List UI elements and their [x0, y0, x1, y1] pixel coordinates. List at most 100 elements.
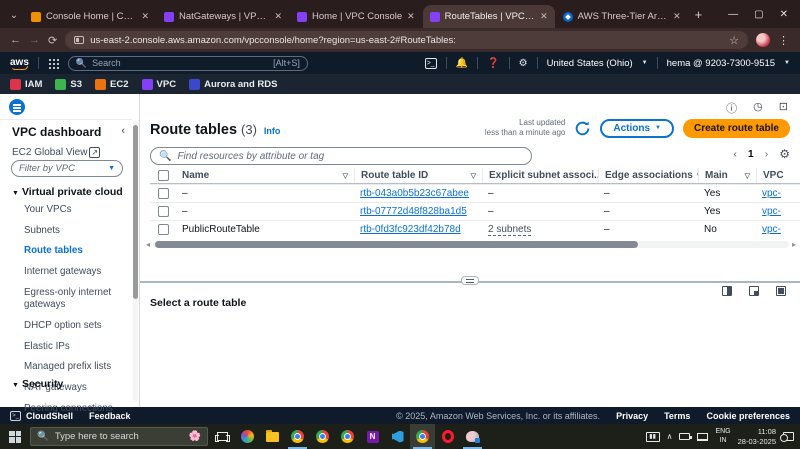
create-route-table-button[interactable]: Create route table — [682, 118, 790, 138]
sidebar-section-security[interactable]: ▼ Security — [12, 378, 63, 390]
split-panel-icon[interactable]: ⊡ — [779, 100, 788, 116]
browser-tab[interactable]: AWS Three-Tier Architectur ✕ — [556, 5, 688, 28]
row-checkbox[interactable] — [157, 188, 169, 199]
notifications-bell-icon[interactable]: 🔔 — [456, 58, 468, 69]
sidebar-item-elastic-ips[interactable]: Elastic IPs — [24, 337, 125, 358]
sidebar-collapse-icon[interactable]: ‹ — [121, 125, 125, 137]
scroll-left-icon[interactable]: ◂ — [146, 240, 150, 249]
region-selector[interactable]: United States (Ohio) — [547, 58, 633, 69]
footer-link-cookie-preferences[interactable]: Cookie preferences — [706, 411, 790, 421]
vpc-link[interactable]: vpc- — [762, 206, 781, 217]
aws-search-input[interactable]: 🔍 Search [Alt+S] — [67, 55, 308, 71]
bookmark-star-icon[interactable]: ☆ — [729, 34, 739, 47]
taskbar-app-paint[interactable] — [460, 424, 485, 449]
vpc-link[interactable]: vpc- — [762, 224, 781, 235]
favorite-service-ec2[interactable]: EC2 — [95, 78, 129, 90]
row-checkbox[interactable] — [157, 224, 169, 235]
tab-close-icon[interactable]: ✕ — [274, 11, 282, 22]
taskbar-app-chrome[interactable] — [310, 424, 335, 449]
taskbar-app-chrome[interactable] — [335, 424, 360, 449]
sort-icon[interactable]: ▽ — [339, 172, 348, 180]
battery-icon[interactable] — [679, 433, 692, 440]
services-grid-icon[interactable] — [47, 57, 59, 69]
tab-search-icon[interactable]: ⌄ — [4, 10, 24, 21]
sort-icon[interactable]: ▽ — [741, 172, 750, 180]
hamburger-menu-icon[interactable] — [9, 99, 25, 115]
taskbar-app-vscode[interactable] — [385, 424, 410, 449]
footer-link-privacy[interactable]: Privacy — [616, 411, 648, 421]
pagination-page[interactable]: 1 — [748, 148, 754, 160]
cloudshell-icon[interactable]: >_ — [424, 57, 437, 69]
taskbar-app-chrome[interactable] — [410, 424, 435, 449]
sort-icon[interactable]: ▽ — [467, 172, 476, 180]
window-close-button[interactable]: ✕ — [780, 9, 788, 20]
info-link[interactable]: Info — [264, 126, 281, 136]
route-table-id-link[interactable]: rtb-0fd3fc923df42b78d — [360, 224, 461, 235]
select-all-checkbox[interactable] — [157, 170, 169, 181]
sidebar-item-route-tables[interactable]: Route tables — [24, 241, 125, 262]
tab-close-icon[interactable]: ✕ — [407, 11, 415, 22]
profile-avatar[interactable] — [756, 33, 770, 47]
favorite-service-iam[interactable]: IAM — [10, 78, 42, 90]
site-info-icon[interactable] — [74, 36, 85, 44]
sidebar-section-vpc[interactable]: ▼ Virtual private cloud — [12, 186, 123, 198]
row-checkbox[interactable] — [157, 206, 169, 217]
resource-filter-input[interactable]: 🔍 Find resources by attribute or tag — [150, 147, 532, 165]
split-panel-drag-handle[interactable] — [461, 276, 479, 285]
hidden-icons-chevron[interactable]: ∧ — [667, 432, 673, 441]
actions-button[interactable]: Actions ▼ — [600, 118, 674, 138]
taskbar-app-chrome[interactable] — [285, 424, 310, 449]
table-settings-gear-icon[interactable]: ⚙ — [779, 147, 790, 161]
start-button[interactable] — [2, 430, 28, 443]
browser-menu-icon[interactable]: ⋮ — [778, 34, 790, 47]
refresh-icon[interactable] — [574, 120, 591, 137]
sidebar-item-peering-connections[interactable]: Peering connections — [24, 399, 125, 420]
taskbar-app-copilot[interactable] — [235, 424, 260, 449]
sidebar-item-your-vpcs[interactable]: Your VPCs — [24, 200, 125, 221]
scrollbar-thumb[interactable] — [155, 240, 639, 248]
taskbar-app-opera[interactable] — [435, 424, 460, 449]
clock[interactable]: 11:08 28-03-2025 — [738, 427, 776, 447]
favorite-service-vpc[interactable]: VPC — [141, 78, 176, 90]
account-menu[interactable]: hema @ 9203-7300-9515 — [667, 58, 775, 69]
vpc-link[interactable]: vpc- — [762, 188, 781, 199]
notifications-icon[interactable] — [780, 432, 794, 442]
route-table-id-link[interactable]: rtb-07772d48f828ba1d5 — [360, 206, 467, 217]
table-row[interactable]: – rtb-043a0b5b23c67abee – – Yes vpc- — [150, 184, 800, 202]
info-circle-icon[interactable]: ⓘ — [726, 100, 737, 116]
sidebar-item-ec2-global-view[interactable]: EC2 Global View ↗ — [12, 147, 101, 158]
tray-app-icon[interactable]: ▮▮ — [645, 431, 660, 442]
vpc-filter-select[interactable]: Filter by VPC ▼ — [11, 160, 123, 177]
back-icon[interactable]: ← — [10, 34, 21, 46]
language-indicator[interactable]: ENG IN — [715, 428, 730, 446]
settings-gear-icon[interactable]: ⚙ — [519, 58, 528, 69]
new-tab-button[interactable]: + — [695, 7, 703, 22]
reload-icon[interactable]: ⟳ — [48, 34, 57, 47]
pagination-next-icon[interactable]: › — [765, 148, 769, 160]
subnets-popover-link[interactable]: 2 subnets — [488, 224, 532, 236]
sidebar-item-egress-only-internet-gateways[interactable]: Egress-only internet gateways — [24, 283, 125, 316]
scroll-right-icon[interactable]: ▸ — [792, 240, 796, 249]
window-maximize-button[interactable]: ▢ — [754, 9, 763, 20]
url-text[interactable]: us-east-2.console.aws.amazon.com/vpccons… — [90, 35, 723, 46]
horizontal-scrollbar[interactable]: ◂ ▸ — [146, 240, 796, 249]
tab-close-icon[interactable]: ✕ — [141, 11, 149, 22]
favorite-service-s3[interactable]: S3 — [55, 78, 82, 90]
route-table-id-link[interactable]: rtb-043a0b5b23c67abee — [360, 188, 469, 199]
forward-icon[interactable]: → — [29, 34, 40, 46]
browser-tab[interactable]: NatGateways | VPC Console ✕ — [157, 5, 289, 28]
taskbar-search-input[interactable]: 🔍 Type here to search 🌸 — [30, 427, 208, 446]
panel-layout-bottom-icon[interactable] — [749, 286, 759, 296]
sidebar-item-internet-gateways[interactable]: Internet gateways — [24, 262, 125, 283]
sidebar-item-dhcp-option-sets[interactable]: DHCP option sets — [24, 316, 125, 337]
panel-layout-full-icon[interactable] — [776, 286, 786, 296]
recent-visits-icon[interactable]: ◷ — [753, 100, 763, 116]
sidebar-item-managed-prefix-lists[interactable]: Managed prefix lists — [24, 357, 125, 378]
table-row[interactable]: PublicRouteTable rtb-0fd3fc923df42b78d 2 s… — [150, 220, 800, 238]
network-icon[interactable] — [697, 432, 709, 441]
taskbar-app-onenote[interactable]: N — [360, 424, 385, 449]
pagination-prev-icon[interactable]: ‹ — [733, 148, 737, 160]
browser-tab[interactable]: Home | VPC Console ✕ — [290, 5, 422, 28]
browser-tab[interactable]: Console Home | Console Ho ✕ — [24, 5, 156, 28]
tab-close-icon[interactable]: ✕ — [540, 11, 548, 22]
